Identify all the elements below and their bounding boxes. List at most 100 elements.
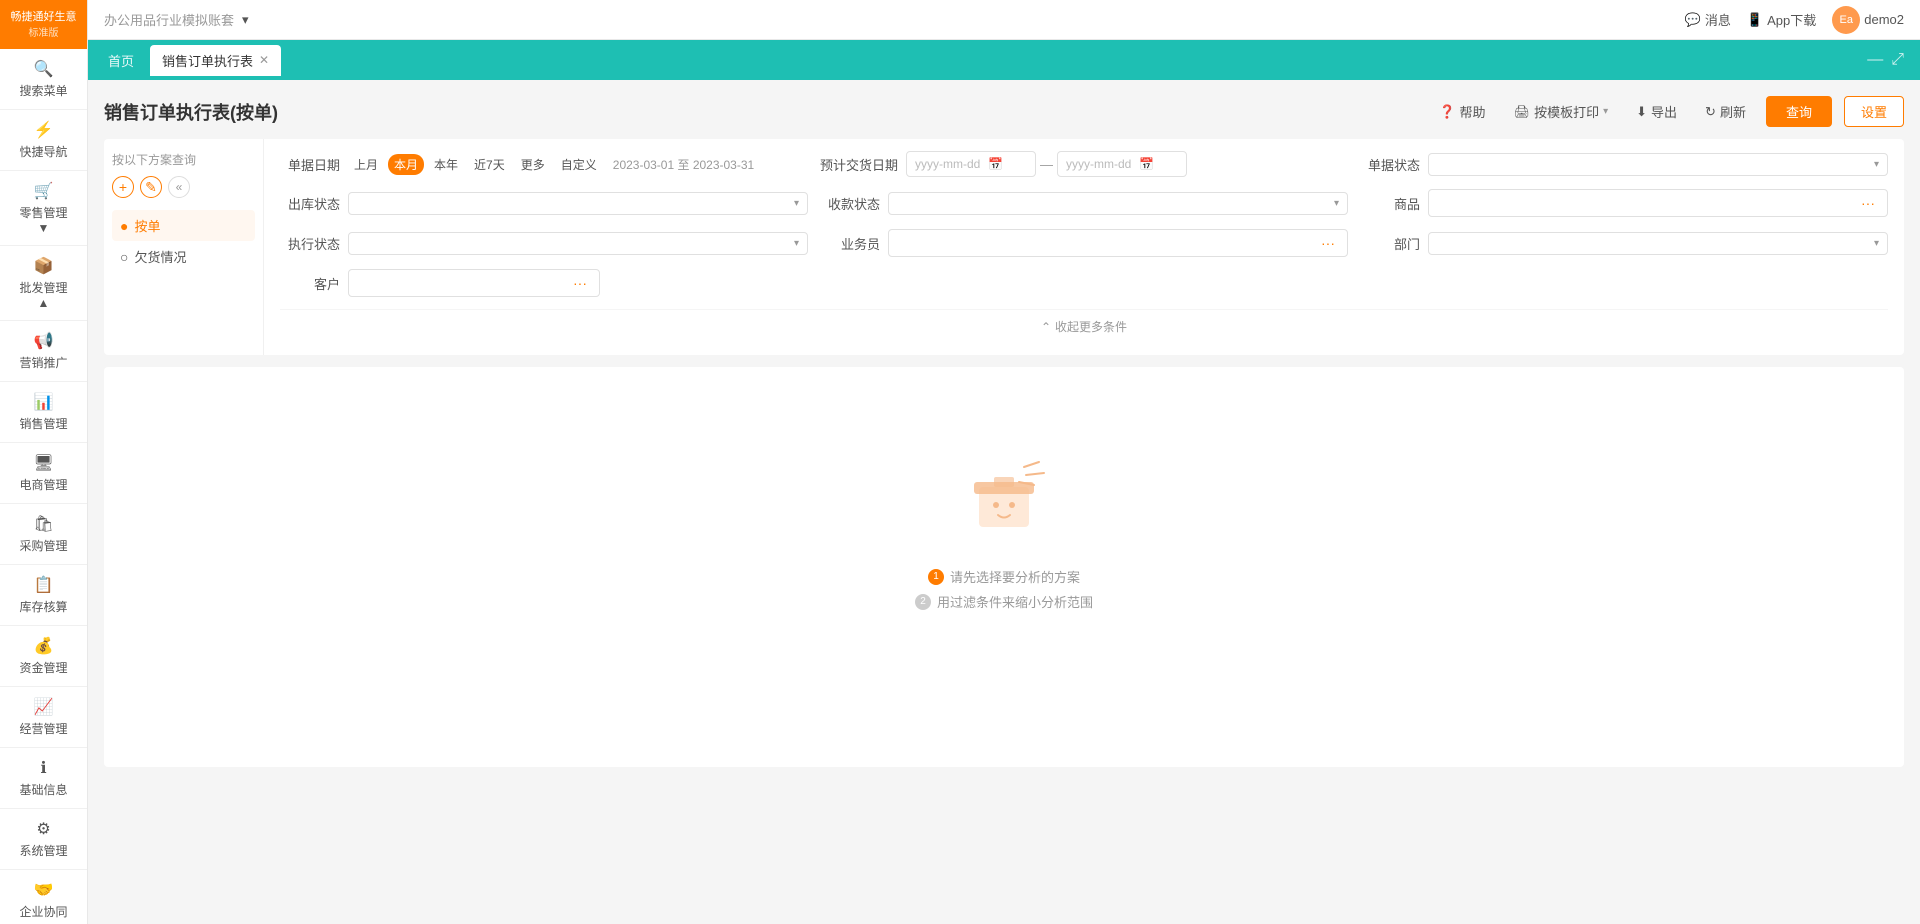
- topbar-right: 💬 消息 📱 App下载 Ea demo2: [1685, 6, 1904, 34]
- sidebar-item-8[interactable]: 📋库存核算: [0, 565, 87, 626]
- sidebar-arrow-3: ▲: [38, 296, 50, 310]
- avatar: Ea: [1832, 6, 1860, 34]
- sidebar-item-3[interactable]: 📦批发管理▲: [0, 246, 87, 321]
- date-tab-4[interactable]: 更多: [515, 154, 551, 175]
- sidebar-icon-10: 📈: [34, 697, 54, 717]
- sidebar-item-4[interactable]: 📢营销推广: [0, 321, 87, 382]
- customer-ellipsis-btn[interactable]: ···: [569, 275, 591, 291]
- salesperson-group: 业务员 ···: [820, 229, 1348, 257]
- refresh-btn[interactable]: ↻ 刷新: [1697, 98, 1754, 125]
- date-tab-2[interactable]: 本年: [428, 154, 464, 175]
- goods-label: 商品: [1360, 194, 1420, 213]
- sidebar-item-12[interactable]: ⚙系统管理: [0, 809, 87, 870]
- receipt-status-select[interactable]: ▾: [888, 192, 1348, 215]
- print-arrow-icon: ▾: [1603, 106, 1608, 117]
- filter-collapse-btn[interactable]: «: [168, 176, 190, 198]
- sidebar-item-0[interactable]: 🔍搜索菜单: [0, 49, 87, 110]
- sidebar-item-2[interactable]: 🛒零售管理▼: [0, 171, 87, 246]
- date-sep: —: [1040, 157, 1053, 172]
- page-title: 销售订单执行表(按单): [104, 99, 278, 125]
- salesperson-input[interactable]: ···: [888, 229, 1348, 257]
- sidebar-item-5[interactable]: 📊销售管理: [0, 382, 87, 443]
- customer-input[interactable]: ···: [348, 269, 600, 297]
- department-label: 部门: [1360, 234, 1420, 253]
- delivery-to-input[interactable]: yyyy-mm-dd 📅: [1057, 151, 1187, 177]
- filter-panel: 按以下方案查询 + ✎ « ●按单○欠货情况 单据日期 上月本月本年近7天更多自…: [104, 139, 1904, 355]
- data-area: 1 请先选择要分析的方案 2 用过滤条件来缩小分析范围: [104, 367, 1904, 767]
- filter-add-btn[interactable]: +: [112, 176, 134, 198]
- sidebar-icon-3: 📦: [34, 256, 54, 276]
- sidebar-item-7[interactable]: 🛍采购管理: [0, 504, 87, 565]
- app-download-label: App下载: [1767, 10, 1816, 29]
- main-area: 办公用品行业模拟账套 ▾ 💬 消息 📱 App下载 Ea demo2 首页: [88, 0, 1920, 924]
- message-btn[interactable]: 💬 消息: [1685, 10, 1731, 29]
- sidebar-icon-8: 📋: [34, 575, 54, 595]
- sidebar-item-11[interactable]: ℹ基础信息: [0, 748, 87, 809]
- sidebar-item-9[interactable]: 💰资金管理: [0, 626, 87, 687]
- topbar-dropdown[interactable]: ▾: [242, 12, 249, 28]
- help-label: 帮助: [1460, 102, 1486, 121]
- out-status-arrow-icon: ▾: [794, 198, 799, 209]
- step1-text: 请先选择要分析的方案: [950, 567, 1080, 586]
- date-tab-5[interactable]: 自定义: [555, 154, 603, 175]
- doc-status-select[interactable]: ▾: [1428, 153, 1888, 176]
- delivery-from-input[interactable]: yyyy-mm-dd 📅: [906, 151, 1036, 177]
- filter-scheme-icon-0: ●: [120, 218, 128, 234]
- date-tabs: 上月本月本年近7天更多自定义: [348, 154, 603, 175]
- filter-edit-btn[interactable]: ✎: [140, 176, 162, 198]
- sidebar-item-6[interactable]: 🖥电商管理: [0, 443, 87, 504]
- customer-label: 客户: [280, 274, 340, 293]
- empty-step1: 1 请先选择要分析的方案: [928, 567, 1080, 586]
- step1-num: 1: [928, 569, 944, 585]
- user-profile[interactable]: Ea demo2: [1832, 6, 1904, 34]
- filter-scheme-0[interactable]: ●按单: [112, 210, 255, 241]
- query-btn[interactable]: 查询: [1766, 96, 1832, 127]
- tab-sales-exec[interactable]: 销售订单执行表 ✕: [150, 45, 281, 76]
- filter-scheme-1[interactable]: ○欠货情况: [112, 241, 255, 272]
- out-status-select[interactable]: ▾: [348, 192, 808, 215]
- tab-home[interactable]: 首页: [96, 45, 146, 76]
- home-label: 首页: [108, 51, 134, 70]
- exec-status-select[interactable]: ▾: [348, 232, 808, 255]
- help-btn[interactable]: ❓ 帮助: [1431, 98, 1493, 125]
- app-download-btn[interactable]: 📱 App下载: [1747, 10, 1816, 29]
- topbar-route: 办公用品行业模拟账套: [104, 10, 234, 29]
- goods-input[interactable]: ···: [1428, 189, 1888, 217]
- sidebar-icon-9: 💰: [34, 636, 54, 656]
- nav-maximize-icon[interactable]: ⤢: [1891, 51, 1904, 69]
- date-tab-3[interactable]: 近7天: [468, 154, 511, 175]
- delivery-from-placeholder: yyyy-mm-dd: [915, 157, 980, 171]
- logo-text: 畅捷通好生意: [11, 10, 77, 24]
- date-tab-1[interactable]: 本月: [388, 154, 424, 175]
- department-select[interactable]: ▾: [1428, 232, 1888, 255]
- help-icon: ❓: [1439, 104, 1455, 120]
- settings-btn[interactable]: 设置: [1844, 96, 1904, 127]
- sidebar-item-13[interactable]: 🤝企业协同: [0, 870, 87, 924]
- step2-num: 2: [915, 594, 931, 610]
- refresh-label: 刷新: [1720, 102, 1746, 121]
- department-group: 部门 ▾: [1360, 232, 1888, 255]
- sidebar-icon-4: 📢: [34, 331, 54, 351]
- customer-group: 客户 ···: [280, 269, 600, 297]
- print-btn[interactable]: 🖨 按模板打印 ▾: [1506, 98, 1617, 125]
- sidebar-item-1[interactable]: ⚡快捷导航: [0, 110, 87, 171]
- sidebar-icon-6: 🖥: [33, 453, 53, 473]
- tab-close-icon[interactable]: ✕: [259, 53, 269, 67]
- date-tab-0[interactable]: 上月: [348, 154, 384, 175]
- message-icon: 💬: [1685, 12, 1701, 28]
- salesperson-ellipsis-btn[interactable]: ···: [1317, 235, 1339, 251]
- nav-controls: — ⤢: [1867, 51, 1912, 69]
- sidebar-logo: 畅捷通好生意 标准版: [0, 0, 87, 49]
- empty-state: 1 请先选择要分析的方案 2 用过滤条件来缩小分析范围: [104, 367, 1904, 697]
- sidebar-icon-7: 🛍: [33, 514, 53, 534]
- export-btn[interactable]: ⬇ 导出: [1628, 98, 1685, 125]
- exec-status-group: 执行状态 ▾: [280, 232, 808, 255]
- goods-ellipsis-btn[interactable]: ···: [1857, 195, 1879, 211]
- step2-text: 用过滤条件来缩小分析范围: [937, 592, 1093, 611]
- collapse-more-btn[interactable]: ⌃ 收起更多条件: [280, 309, 1888, 343]
- exec-status-arrow-icon: ▾: [794, 238, 799, 249]
- nav-minimize-icon[interactable]: —: [1867, 51, 1883, 69]
- sidebar-item-10[interactable]: 📈经营管理: [0, 687, 87, 748]
- collapse-label: 收起更多条件: [1055, 318, 1127, 335]
- export-label: 导出: [1651, 102, 1677, 121]
